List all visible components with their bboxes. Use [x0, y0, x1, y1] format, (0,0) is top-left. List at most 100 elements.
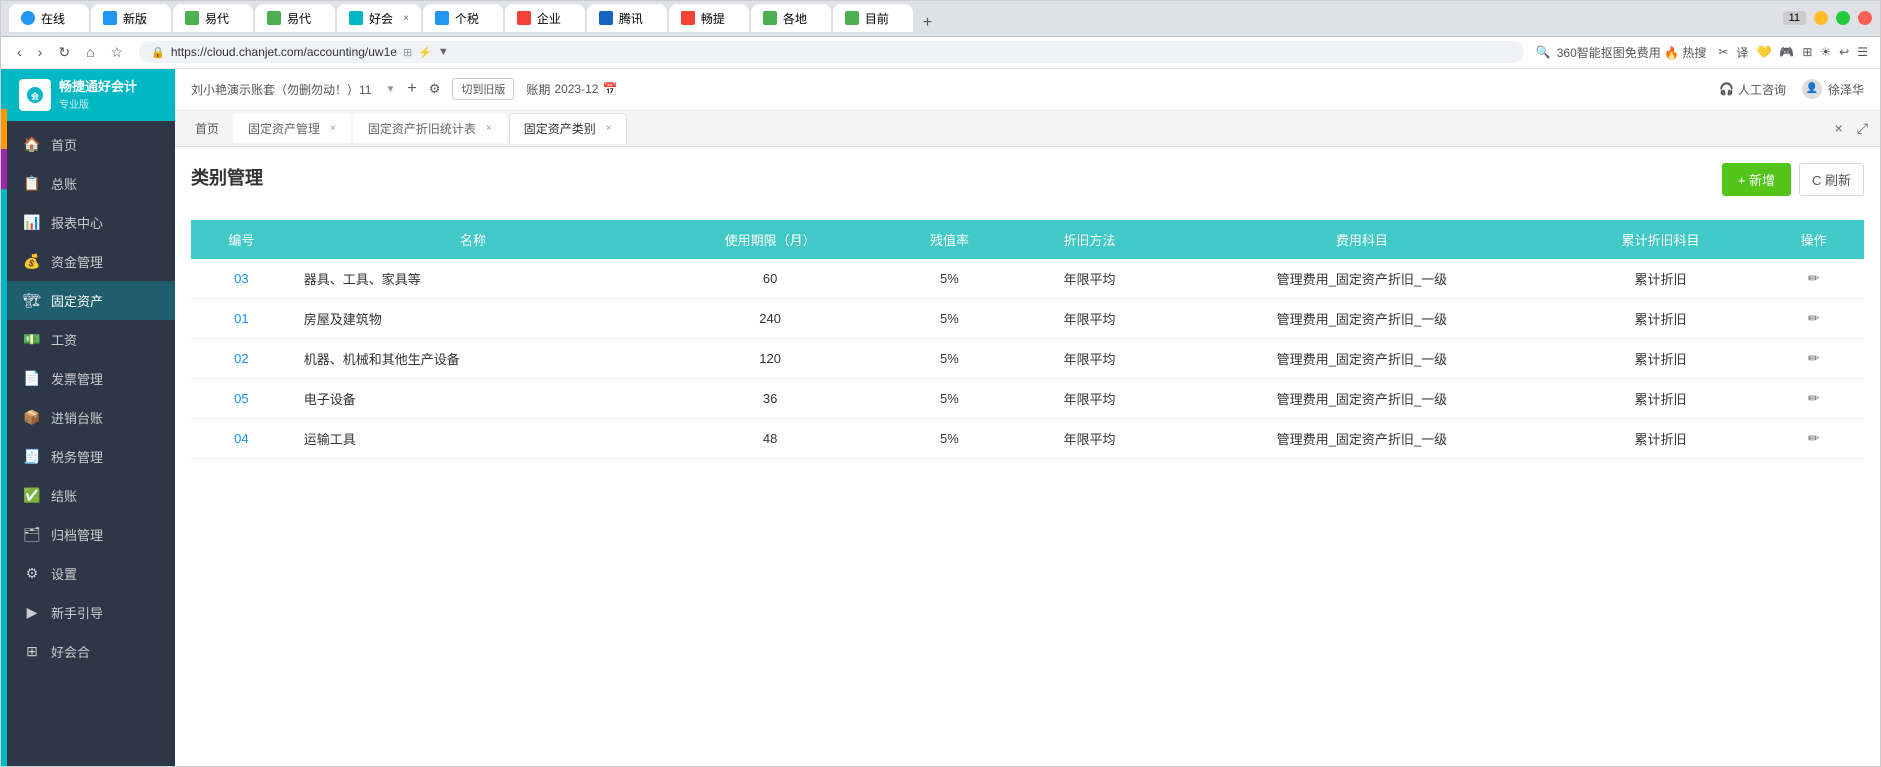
browser-tab-new[interactable]: 新版 — [91, 4, 171, 32]
sidebar-item-home[interactable]: 🏠 首页 — [7, 125, 175, 164]
account-settings-icon[interactable]: ⚙ — [429, 81, 441, 97]
home-button[interactable]: ⌂ — [82, 42, 98, 62]
cell-action-2[interactable]: ✏ — [1763, 338, 1864, 378]
account-expand-icon[interactable]: ▼ — [385, 84, 395, 95]
undo-icon[interactable]: ↩ — [1839, 45, 1849, 59]
maximize-button[interactable] — [1836, 11, 1850, 25]
tab-panel-close[interactable]: × — [1831, 118, 1847, 139]
new-tab-button[interactable]: + — [915, 14, 940, 32]
browser-tab-muqian[interactable]: 目前 — [833, 4, 913, 32]
invoice-nav-icon: 📄 — [23, 369, 41, 387]
cell-action-1[interactable]: ✏ — [1763, 298, 1864, 338]
sidebar-item-tax[interactable]: 🧾 税务管理 — [7, 437, 175, 476]
sidebar-item-inventory[interactable]: 📦 进销台账 — [7, 398, 175, 437]
tab-close-fixed-mgmt[interactable]: × — [330, 123, 336, 134]
tab-close-fixed-category[interactable]: × — [606, 123, 612, 134]
scissors-icon[interactable]: ✂ — [1718, 45, 1728, 59]
sidebar-item-settings[interactable]: ⚙ 设置 — [7, 554, 175, 593]
browser-tab-close-haohui[interactable]: × — [403, 13, 409, 24]
add-account-button[interactable]: + — [407, 80, 416, 98]
cell-method-0: 年限平均 — [1013, 259, 1166, 299]
cell-code-1[interactable]: 01 — [191, 298, 292, 338]
support-button[interactable]: 🎧 人工咨询 — [1719, 81, 1786, 98]
tab-icon-haohui — [349, 11, 363, 25]
cell-expense-3: 管理费用_固定资产折旧_一级 — [1166, 378, 1558, 418]
edit-icon-4[interactable]: ✏ — [1808, 430, 1820, 446]
sidebar-label-archive: 归档管理 — [51, 525, 103, 544]
edit-icon-0[interactable]: ✏ — [1808, 270, 1820, 286]
cell-residual-3: 5% — [886, 378, 1013, 418]
edit-icon-2[interactable]: ✏ — [1808, 350, 1820, 366]
refresh-button[interactable]: ↻ — [54, 42, 74, 63]
browser-tab-geshui[interactable]: 个税 — [423, 4, 503, 32]
browser-tab-changti[interactable]: 畅提 — [669, 4, 749, 32]
cell-expense-4: 管理费用_固定资产折旧_一级 — [1166, 418, 1558, 458]
cell-code-0[interactable]: 03 — [191, 259, 292, 299]
cell-action-4[interactable]: ✏ — [1763, 418, 1864, 458]
cell-action-0[interactable]: ✏ — [1763, 259, 1864, 299]
sidebar-item-checkout[interactable]: ✅ 结账 — [7, 476, 175, 515]
tab-close-fixed-depreciation[interactable]: × — [486, 123, 492, 134]
col-header-method: 折旧方法 — [1013, 220, 1166, 259]
browser-tab-online[interactable]: 在线 — [9, 4, 89, 32]
cell-method-1: 年限平均 — [1013, 298, 1166, 338]
edit-icon-1[interactable]: ✏ — [1808, 310, 1820, 326]
sidebar-item-ledger[interactable]: 📋 总账 — [7, 164, 175, 203]
logo-text: 畅捷通好会计 — [59, 79, 137, 96]
tab-label-gedi: 各地 — [783, 10, 807, 27]
cell-accum-2: 累计折旧 — [1558, 338, 1763, 378]
browser-tab-haohui[interactable]: 好会 × — [337, 4, 421, 32]
grid-icon[interactable]: ⊞ — [1802, 45, 1812, 59]
browser-tab-yidai1[interactable]: 易代 — [173, 4, 253, 32]
tab-fixed-depreciation[interactable]: 固定资产折旧统计表 × — [353, 113, 507, 143]
close-window-button[interactable] — [1858, 11, 1872, 25]
user-avatar[interactable]: 👤 徐泽华 — [1802, 79, 1864, 99]
cell-action-3[interactable]: ✏ — [1763, 378, 1864, 418]
sidebar-item-report[interactable]: 📊 报表中心 — [7, 203, 175, 242]
minimize-button[interactable] — [1814, 11, 1828, 25]
calendar-icon[interactable]: 📅 — [602, 82, 617, 96]
col-header-period: 使用期限（月） — [654, 220, 886, 259]
cell-code-4[interactable]: 04 — [191, 418, 292, 458]
period-info: 账期 2023-12 📅 — [526, 81, 617, 98]
browser-tab-qiye[interactable]: 企业 — [505, 4, 585, 32]
tab-fixed-mgmt[interactable]: 固定资产管理 × — [233, 113, 351, 143]
sidebar-item-invoice[interactable]: 📄 发票管理 — [7, 359, 175, 398]
sidebar-item-fund[interactable]: 💰 资金管理 — [7, 242, 175, 281]
dropdown-icon[interactable]: ▼ — [438, 46, 449, 58]
add-button[interactable]: + 新增 — [1722, 163, 1791, 196]
sidebar-item-salary[interactable]: 💵 工资 — [7, 320, 175, 359]
url-bar[interactable]: 🔒 https://cloud.chanjet.com/accounting/u… — [139, 41, 1524, 63]
version-switch-button[interactable]: 切到旧版 — [452, 78, 514, 100]
sidebar-item-archive[interactable]: 🗂 归档管理 — [7, 515, 175, 554]
fund-nav-icon: 💰 — [23, 252, 41, 270]
bookmark-button[interactable]: ☆ — [107, 42, 128, 63]
translate-icon[interactable]: 译 — [1736, 44, 1748, 61]
sidebar-label-salary: 工资 — [51, 330, 77, 349]
menu-icon[interactable]: ☰ — [1857, 45, 1868, 59]
wallet-icon[interactable]: 💛 — [1756, 45, 1771, 59]
cell-code-2[interactable]: 02 — [191, 338, 292, 378]
brightness-icon[interactable]: ☀ — [1820, 45, 1831, 59]
forward-button[interactable]: › — [34, 42, 47, 62]
browser-tab-yidai2[interactable]: 易代 — [255, 4, 335, 32]
page-title: 类别管理 — [191, 164, 263, 190]
cell-code-3[interactable]: 05 — [191, 378, 292, 418]
browser-tab-gedi[interactable]: 各地 — [751, 4, 831, 32]
sidebar-item-more[interactable]: ⊞ 好会合 — [7, 632, 175, 671]
browser-tab-tengxun[interactable]: 腾讯 — [587, 4, 667, 32]
tab-home[interactable]: 首页 — [183, 114, 231, 143]
sidebar-item-guide[interactable]: ▶ 新手引导 — [7, 593, 175, 632]
back-button[interactable]: ‹ — [13, 42, 26, 62]
tab-icon-changti — [681, 11, 695, 25]
refresh-btn[interactable]: C 刷新 — [1799, 163, 1864, 196]
tab-panel-expand[interactable]: ⤢ — [1853, 118, 1872, 139]
search-text: 360智能抠图免费用 🔥 热搜 — [1557, 44, 1707, 61]
sidebar-label-invoice: 发票管理 — [51, 369, 103, 388]
tab-fixed-category[interactable]: 固定资产类别 × — [509, 113, 627, 143]
sidebar-item-fixed-assets[interactable]: 🏗 固定资产 — [7, 281, 175, 320]
edit-icon-3[interactable]: ✏ — [1808, 390, 1820, 406]
cell-period-0: 60 — [654, 259, 886, 299]
game-icon[interactable]: 🎮 — [1779, 45, 1794, 59]
sidebar-label-inventory: 进销台账 — [51, 408, 103, 427]
